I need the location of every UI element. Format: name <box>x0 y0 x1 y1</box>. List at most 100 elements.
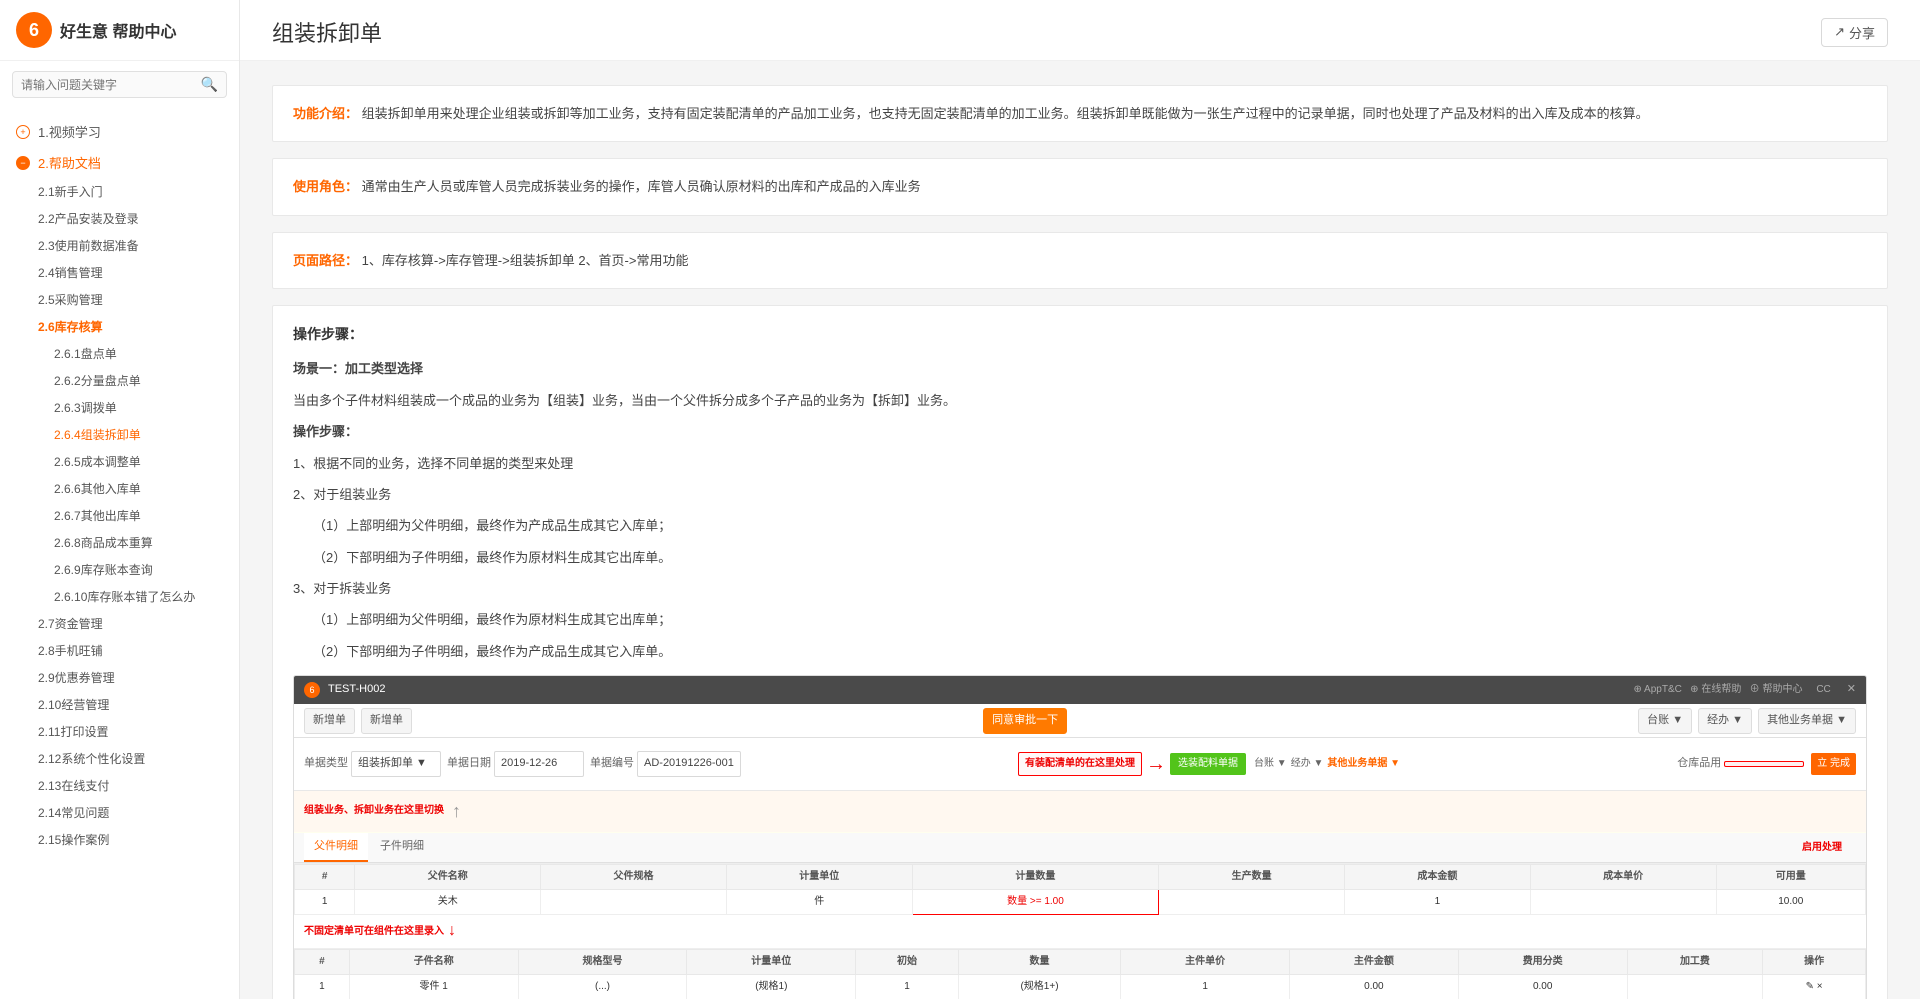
sidebar-item-docs[interactable]: − 2.帮助文档 <box>0 147 239 178</box>
td-unit: 件 <box>726 890 912 915</box>
form-date-field: 单据日期 2019-12-26 <box>447 751 584 777</box>
close-icon[interactable]: ✕ <box>1847 680 1856 700</box>
sidebar-item-mobile[interactable]: 2.8手机旺铺 <box>0 637 239 664</box>
sidebar-item-cost-adjust[interactable]: 2.6.5成本调整单 <box>0 448 239 475</box>
ctd-act[interactable]: ✎ × <box>1763 975 1866 999</box>
tab-child[interactable]: 子件明细 <box>370 833 434 863</box>
form-date-label: 单据日期 <box>447 754 491 774</box>
share-button[interactable]: ↗ 分享 <box>1821 18 1888 47</box>
sidebar-item-stocktake[interactable]: 2.6.1盘点单 <box>0 340 239 367</box>
confirm-btn[interactable]: 同意审批一下 <box>983 708 1067 734</box>
form-type-field: 单据类型 组装拆卸单 ▼ <box>304 751 441 777</box>
main-header: 组装拆卸单 ↗ 分享 <box>240 0 1920 61</box>
child-table: # 子件名称 规格型号 计量单位 初始 数量 主件单价 主件金额 费用分类 <box>294 949 1866 999</box>
form-extra-field: 仓库品用 立 完成 <box>1677 753 1856 775</box>
td-num: 1 <box>295 890 355 915</box>
form-type-value[interactable]: 组装拆卸单 ▼ <box>351 751 441 777</box>
form-area: 单据类型 组装拆卸单 ▼ 单据日期 2019-12-26 单据编号 AD-201… <box>294 738 1866 791</box>
main-area: 组装拆卸单 ↗ 分享 功能介绍： 组装拆卸单用来处理企业组装或拆卸等加工业务，支… <box>240 0 1920 999</box>
usage-label: 启用处理 <box>1802 839 1842 857</box>
sidebar-item-partial-count[interactable]: 2.6.2分量盘点单 <box>0 367 239 394</box>
arrow-right: → <box>1146 746 1166 782</box>
screenshot-inner: 6 TEST-H002 ⊕ AppT&C ⊕ 在线帮助 ⊕ 帮助中心 CC ✕ … <box>294 676 1866 999</box>
annotation-bom: 有装配清单的在这里处理 <box>1018 752 1142 776</box>
sidebar-item-cases[interactable]: 2.15操作案例 <box>0 826 239 853</box>
action-btn[interactable]: 立 完成 <box>1811 753 1856 775</box>
sidebar-item-finance[interactable]: 2.7资金管理 <box>0 610 239 637</box>
cth-action: 操作 <box>1763 950 1866 975</box>
new-btn[interactable]: 新增单 <box>304 708 355 734</box>
sidebar-item-customize[interactable]: 2.12系统个性化设置 <box>0 745 239 772</box>
th-available: 可用量 <box>1716 865 1865 890</box>
ctd-name: 零件 1 <box>349 975 518 999</box>
sidebar-item-coupon[interactable]: 2.9优惠券管理 <box>0 664 239 691</box>
search-input[interactable] <box>21 78 201 92</box>
search-icon[interactable]: 🔍 <box>201 76 218 93</box>
form-date-value[interactable]: 2019-12-26 <box>494 751 584 777</box>
tabs-label: 台账 ▼ <box>1254 755 1287 773</box>
content-area: 功能介绍： 组装拆卸单用来处理企业组装或拆卸等加工业务，支持有固定装配清单的产品… <box>240 61 1920 999</box>
sidebar-item-newbie[interactable]: 2.1新手入门 <box>0 178 239 205</box>
ctd-init: 1 <box>856 975 959 999</box>
more-ops-label: 其他业务单据 ▼ <box>1327 755 1400 773</box>
form-number-value[interactable]: AD-20191226-001 <box>637 751 741 777</box>
app-toolbar: 新增单 新增单 同意审批一下 台账 ▼ 经办 ▼ 其他业务单据 ▼ <box>294 704 1866 738</box>
share-icon: ↗ <box>1834 24 1845 40</box>
path-text: 1、库存核算->库存管理->组装拆卸单 2、首页->常用功能 <box>362 253 689 268</box>
sidebar-item-faq[interactable]: 2.14常见问题 <box>0 799 239 826</box>
cth-spec: 规格型号 <box>518 950 687 975</box>
sidebar-item-video[interactable]: + 1.视频学习 <box>0 116 239 147</box>
td-cost-unit <box>1530 890 1716 915</box>
child-table-container: # 子件名称 规格型号 计量单位 初始 数量 主件单价 主件金额 费用分类 <box>294 949 1866 999</box>
sidebar-item-sales[interactable]: 2.4销售管理 <box>0 259 239 286</box>
sidebar-item-cost-recalc[interactable]: 2.6.8商品成本重算 <box>0 529 239 556</box>
scene-title-block: 场景一：加工类型选择 <box>293 357 1867 380</box>
print-btn[interactable]: 台账 ▼ <box>1638 708 1692 734</box>
app-nav-icons: ⊕ AppT&C ⊕ 在线帮助 ⊕ 帮助中心 CC <box>1633 681 1830 699</box>
sidebar-item-install[interactable]: 2.2产品安装及登录 <box>0 205 239 232</box>
select-bom-btn[interactable]: 选装配料单据 <box>1170 753 1246 775</box>
export-btn[interactable]: 经办 ▼ <box>1698 708 1752 734</box>
sidebar-item-data-prep[interactable]: 2.3使用前数据准备 <box>0 232 239 259</box>
form-extra-value[interactable] <box>1724 761 1804 767</box>
cth-initial: 初始 <box>856 950 959 975</box>
td-qty-count[interactable]: 数量 >= 1.00 <box>912 890 1159 915</box>
cth-unit: 计量单位 <box>687 950 856 975</box>
cth-proc-fee: 加工费 <box>1627 950 1763 975</box>
sidebar-item-ledger-fix[interactable]: 2.6.10库存账本错了怎么办 <box>0 583 239 610</box>
sidebar-item-purchase[interactable]: 2.5采购管理 <box>0 286 239 313</box>
cth-qty: 数量 <box>958 950 1120 975</box>
sidebar-item-print[interactable]: 2.11打印设置 <box>0 718 239 745</box>
role-section: 使用角色： 通常由生产人员或库管人员完成拆装业务的操作，库管人员确认原材料的出库… <box>272 158 1888 215</box>
ctd-pfee <box>1627 975 1763 999</box>
form-type-label: 单据类型 <box>304 754 348 774</box>
sidebar-item-assembly[interactable]: 2.6.4组装拆卸单 <box>0 421 239 448</box>
screenshot-container: 6 TEST-H002 ⊕ AppT&C ⊕ 在线帮助 ⊕ 帮助中心 CC ✕ … <box>293 675 1867 999</box>
sidebar-item-other-out[interactable]: 2.6.7其他出库单 <box>0 502 239 529</box>
th-parent-name: 父件名称 <box>355 865 541 890</box>
arrow-up-icon: ↑ <box>452 795 461 827</box>
sidebar-item-ledger-query[interactable]: 2.6.9库存账本查询 <box>0 556 239 583</box>
cth-main-amt: 主件金额 <box>1290 950 1459 975</box>
sidebar-item-payment[interactable]: 2.13在线支付 <box>0 772 239 799</box>
search-box[interactable]: 🔍 <box>12 71 227 98</box>
sidebar-item-ops[interactable]: 2.10经营管理 <box>0 691 239 718</box>
sidebar-item-transfer[interactable]: 2.6.3调拨单 <box>0 394 239 421</box>
sidebar-item-inventory[interactable]: 2.6库存核算 <box>0 313 239 340</box>
list-btn[interactable]: 新增单 <box>361 708 412 734</box>
sidebar-item-other-in[interactable]: 2.6.6其他入库单 <box>0 475 239 502</box>
step2: 2、对于组装业务 <box>293 483 1867 506</box>
ops-title: 操作步骤： <box>293 322 1867 347</box>
collapse-icon: − <box>16 156 30 170</box>
scene-title: 场景一：加工类型选择 <box>293 361 423 376</box>
tab-parent[interactable]: 父件明细 <box>304 833 368 863</box>
intro-text: 组装拆卸单用来处理企业组装或拆卸等加工业务，支持有固定装配清单的产品加工业务，也… <box>362 106 1649 121</box>
sidebar-header: 6 好生意 帮助中心 <box>0 0 239 61</box>
delete-btn[interactable]: 其他业务单据 ▼ <box>1758 708 1856 734</box>
sub-entry-annotation: 不固定清单可在组件在这里录入 ↓ <box>294 915 1866 949</box>
type-switch-label: 组装业务、拆卸业务在这里切换 <box>304 802 444 820</box>
sub-entry-label: 不固定清单可在组件在这里录入 <box>304 923 444 941</box>
step3-sub1: （1）上部明细为父件明细，最终作为原材料生成其它出库单； <box>313 608 1867 631</box>
parent-table: # 父件名称 父件规格 计量单位 计量数量 生产数量 成本金额 成本单价 可用量 <box>294 864 1866 915</box>
ctd-uprice: 1 <box>1121 975 1290 999</box>
